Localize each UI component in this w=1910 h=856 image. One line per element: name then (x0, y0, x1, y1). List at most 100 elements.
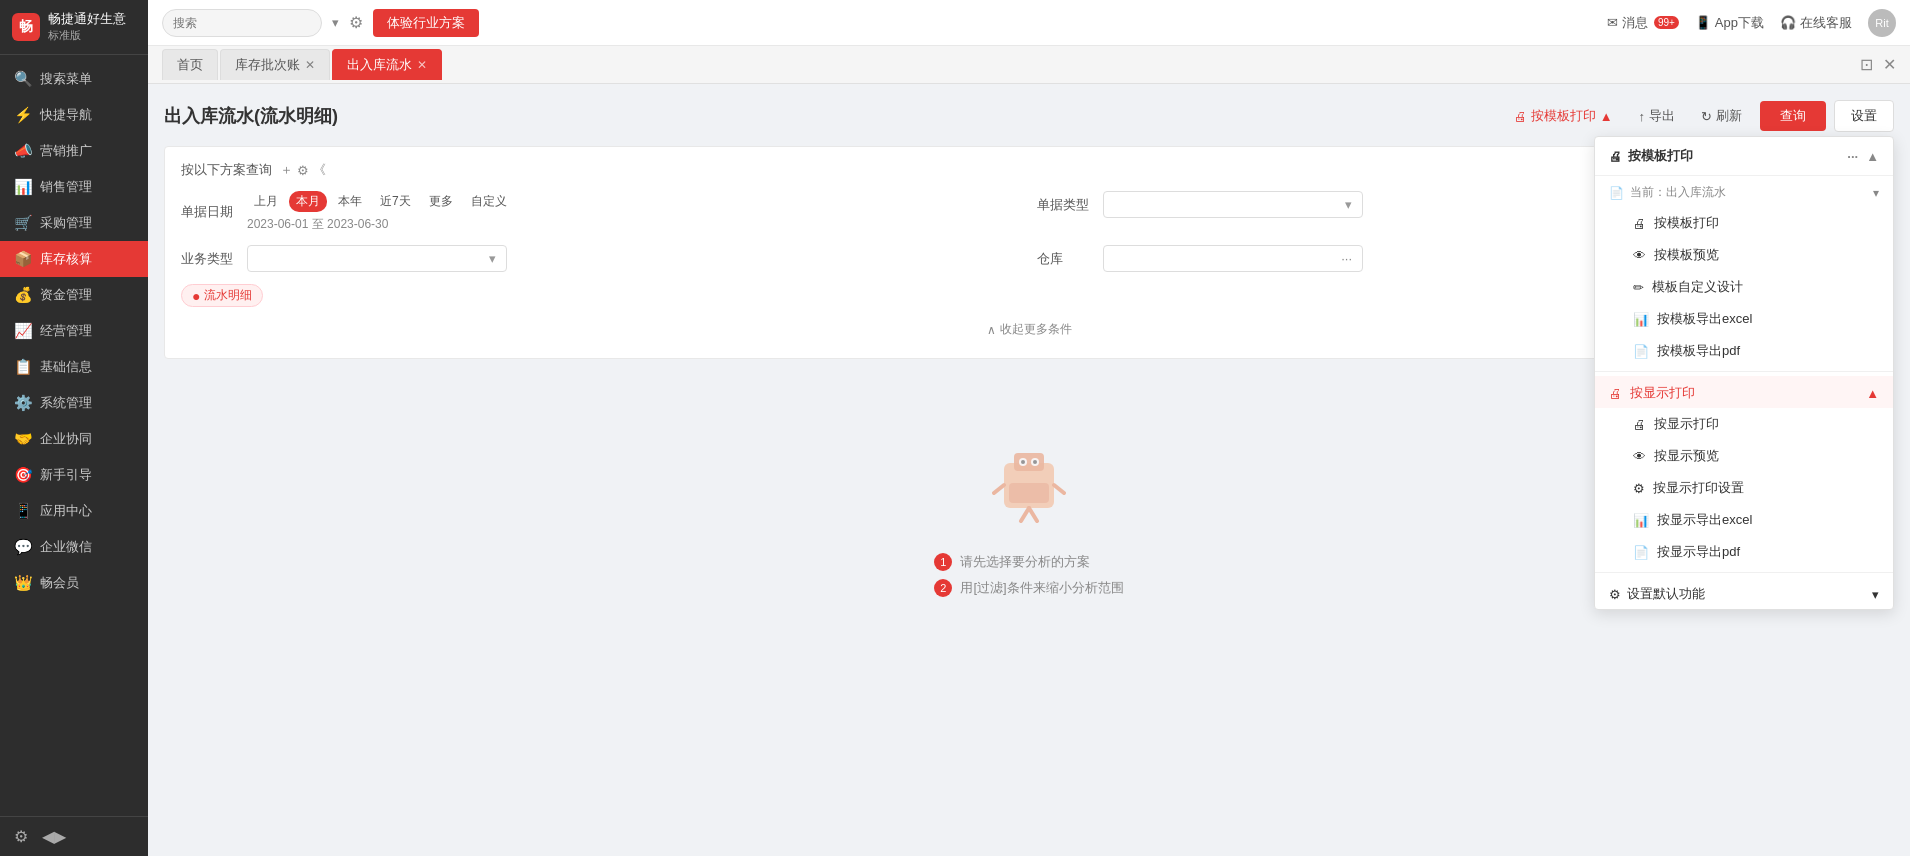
sidebar-logo: 畅 畅捷通好生意 标准版 (0, 0, 148, 55)
warehouse-label: 仓库 (1037, 250, 1095, 268)
guide-nav-icon: 🎯 (14, 466, 32, 484)
svg-line-10 (1054, 485, 1064, 493)
tab-batch[interactable]: 库存批次账 ✕ (220, 49, 330, 80)
export-button[interactable]: ↑ 导出 (1631, 103, 1684, 129)
sidebar-item-purchase[interactable]: 🛒 采购管理 (0, 205, 148, 241)
svg-point-4 (1021, 460, 1025, 464)
apps-nav-icon: 📱 (14, 502, 32, 520)
date-shortcut-last-month[interactable]: 上月 (247, 191, 285, 212)
tab-flow-close-icon[interactable]: ✕ (417, 58, 427, 72)
date-shortcut-this-month[interactable]: 本月 (289, 191, 327, 212)
date-shortcut-7days[interactable]: 近7天 (373, 191, 418, 212)
filter-tag-flow[interactable]: ● 流水明细 (181, 284, 263, 307)
tabbar-expand-icon[interactable]: ⊡ (1860, 55, 1873, 74)
sidebar-item-member[interactable]: 👑 畅会员 (0, 565, 148, 601)
purchase-nav-icon: 🛒 (14, 214, 32, 232)
sidebar-item-enterprise[interactable]: 🤝 企业协同 (0, 421, 148, 457)
message-icon: ✉ (1607, 15, 1618, 30)
dropdown-item-display-print[interactable]: 🖨 按显示打印 (1595, 408, 1893, 440)
basic-nav-icon: 📋 (14, 358, 32, 376)
marketing-nav-icon: 📣 (14, 142, 32, 160)
svg-line-9 (994, 485, 1004, 493)
user-avatar[interactable]: Rit (1868, 9, 1896, 37)
dropdown-current-label: 📄 当前：出入库流水 ▾ (1595, 176, 1893, 207)
settings-bottom-icon[interactable]: ⚙ (14, 827, 28, 846)
message-badge: 99+ (1654, 16, 1679, 29)
dropdown-item-display-pdf[interactable]: 📄 按显示导出pdf (1595, 536, 1893, 568)
search-add-icon[interactable]: ＋ (280, 161, 293, 179)
topbar-search-chevron-icon[interactable]: ▾ (332, 15, 339, 30)
tab-flow[interactable]: 出入库流水 ✕ (332, 49, 442, 80)
dropdown-item-display-print-settings[interactable]: ⚙ 按显示打印设置 (1595, 472, 1893, 504)
sidebar-item-finance[interactable]: 💰 资金管理 (0, 277, 148, 313)
tab-home[interactable]: 首页 (162, 49, 218, 80)
refresh-icon: ↻ (1701, 109, 1712, 124)
search-settings-icon[interactable]: ⚙ (297, 163, 309, 178)
collapse-sidebar-icon[interactable]: ◀▶ (42, 827, 66, 846)
tabbar: 首页 库存批次账 ✕ 出入库流水 ✕ ⊡ ✕ (148, 46, 1910, 84)
main-content: ▾ ⚙ 体验行业方案 ✉ 消息 99+ 📱 App下载 🎧 在线客服 Rit (148, 0, 1910, 856)
topbar-search-input[interactable] (162, 9, 322, 37)
date-shortcut-more[interactable]: 更多 (422, 191, 460, 212)
empty-illustration (979, 433, 1079, 533)
tab-batch-close-icon[interactable]: ✕ (305, 58, 315, 72)
date-label: 单据日期 (181, 203, 239, 221)
date-shortcut-this-year[interactable]: 本年 (331, 191, 369, 212)
dropdown-item-template-pdf[interactable]: 📄 按模板导出pdf (1595, 335, 1893, 367)
date-shortcut-custom[interactable]: 自定义 (464, 191, 514, 212)
sidebar-item-basic[interactable]: 📋 基础信息 (0, 349, 148, 385)
sidebar-item-apps[interactable]: 📱 应用中心 (0, 493, 148, 529)
empty-hints: 1 请先选择要分析的方案 2 用[过滤]条件来缩小分析范围 (934, 549, 1123, 601)
dropdown-set-default[interactable]: ⚙ 设置默认功能 ▾ (1595, 577, 1893, 609)
app-download-item[interactable]: 📱 App下载 (1695, 14, 1764, 32)
dropdown-item-template-excel[interactable]: 📊 按模板导出excel (1595, 303, 1893, 335)
dropdown-collapse-icon[interactable]: ▲ (1866, 149, 1879, 164)
dropdown-item-display-excel[interactable]: 📊 按显示导出excel (1595, 504, 1893, 536)
dropdown-item-template-print[interactable]: 🖨 按模板打印 (1595, 207, 1893, 239)
sidebar-item-marketing[interactable]: 📣 营销推广 (0, 133, 148, 169)
sidebar-nav: 🔍 搜索菜单 ⚡ 快捷导航 📣 营销推广 📊 销售管理 🛒 采购管理 📦 库存核… (0, 55, 148, 816)
biz-type-select[interactable]: ▾ (247, 245, 507, 272)
wechat-nav-icon: 💬 (14, 538, 32, 556)
topbar-gear-icon[interactable]: ⚙ (349, 13, 363, 32)
biz-type-chevron-icon: ▾ (489, 251, 496, 266)
sidebar-item-operation[interactable]: 📈 经营管理 (0, 313, 148, 349)
display-preview-icon: 👁 (1633, 449, 1646, 464)
message-item[interactable]: ✉ 消息 99+ (1607, 14, 1679, 32)
voucher-type-select[interactable]: ▾ (1103, 191, 1363, 218)
dropdown-item-template-preview[interactable]: 👁 按模板预览 (1595, 239, 1893, 271)
date-shortcuts: 上月 本月 本年 近7天 更多 自定义 (247, 191, 514, 212)
collapse-chevron-icon: ∧ (987, 323, 996, 337)
online-service-item[interactable]: 🎧 在线客服 (1780, 14, 1852, 32)
member-nav-icon: 👑 (14, 574, 32, 592)
print-chevron-up-icon: ▲ (1600, 109, 1613, 124)
sidebar-item-search[interactable]: 🔍 搜索菜单 (0, 61, 148, 97)
dropdown-section-display[interactable]: 🖨 按显示打印 ▲ (1595, 376, 1893, 408)
sidebar-item-guide[interactable]: 🎯 新手引导 (0, 457, 148, 493)
settings-button[interactable]: 设置 (1834, 100, 1894, 132)
sidebar-item-sales[interactable]: 📊 销售管理 (0, 169, 148, 205)
operation-nav-icon: 📈 (14, 322, 32, 340)
print-dropdown-panel: 🖨 按模板打印 ··· ▲ 📄 当前：出入库流水 (1594, 136, 1894, 610)
sidebar-bottom: ⚙ ◀▶ (0, 816, 148, 856)
sales-nav-icon: 📊 (14, 178, 32, 196)
sidebar-item-shortcut[interactable]: ⚡ 快捷导航 (0, 97, 148, 133)
search-header-label: 按以下方案查询 (181, 161, 272, 179)
warehouse-chevron-icon: ··· (1341, 251, 1352, 266)
search-collapse-icon[interactable]: 《 (313, 161, 326, 179)
sidebar-item-system[interactable]: ⚙️ 系统管理 (0, 385, 148, 421)
dropdown-item-display-preview[interactable]: 👁 按显示预览 (1595, 440, 1893, 472)
dropdown-header-right: ··· ▲ (1847, 149, 1879, 164)
print-template-button[interactable]: 🖨 按模板打印 ▲ (1506, 103, 1621, 129)
industry-solution-button[interactable]: 体验行业方案 (373, 9, 479, 37)
sidebar-item-wechat[interactable]: 💬 企业微信 (0, 529, 148, 565)
warehouse-select[interactable]: ··· (1103, 245, 1363, 272)
query-button[interactable]: 查询 (1760, 101, 1826, 131)
refresh-button[interactable]: ↻ 刷新 (1693, 103, 1750, 129)
svg-line-8 (1029, 508, 1037, 521)
dropdown-item-template-custom[interactable]: ✏ 模板自定义设计 (1595, 271, 1893, 303)
tabbar-close-all-icon[interactable]: ✕ (1883, 55, 1896, 74)
sidebar-item-inventory[interactable]: 📦 库存核算 (0, 241, 148, 277)
template-print-icon: 🖨 (1633, 216, 1646, 231)
current-template-icon: 📄 (1609, 186, 1624, 200)
